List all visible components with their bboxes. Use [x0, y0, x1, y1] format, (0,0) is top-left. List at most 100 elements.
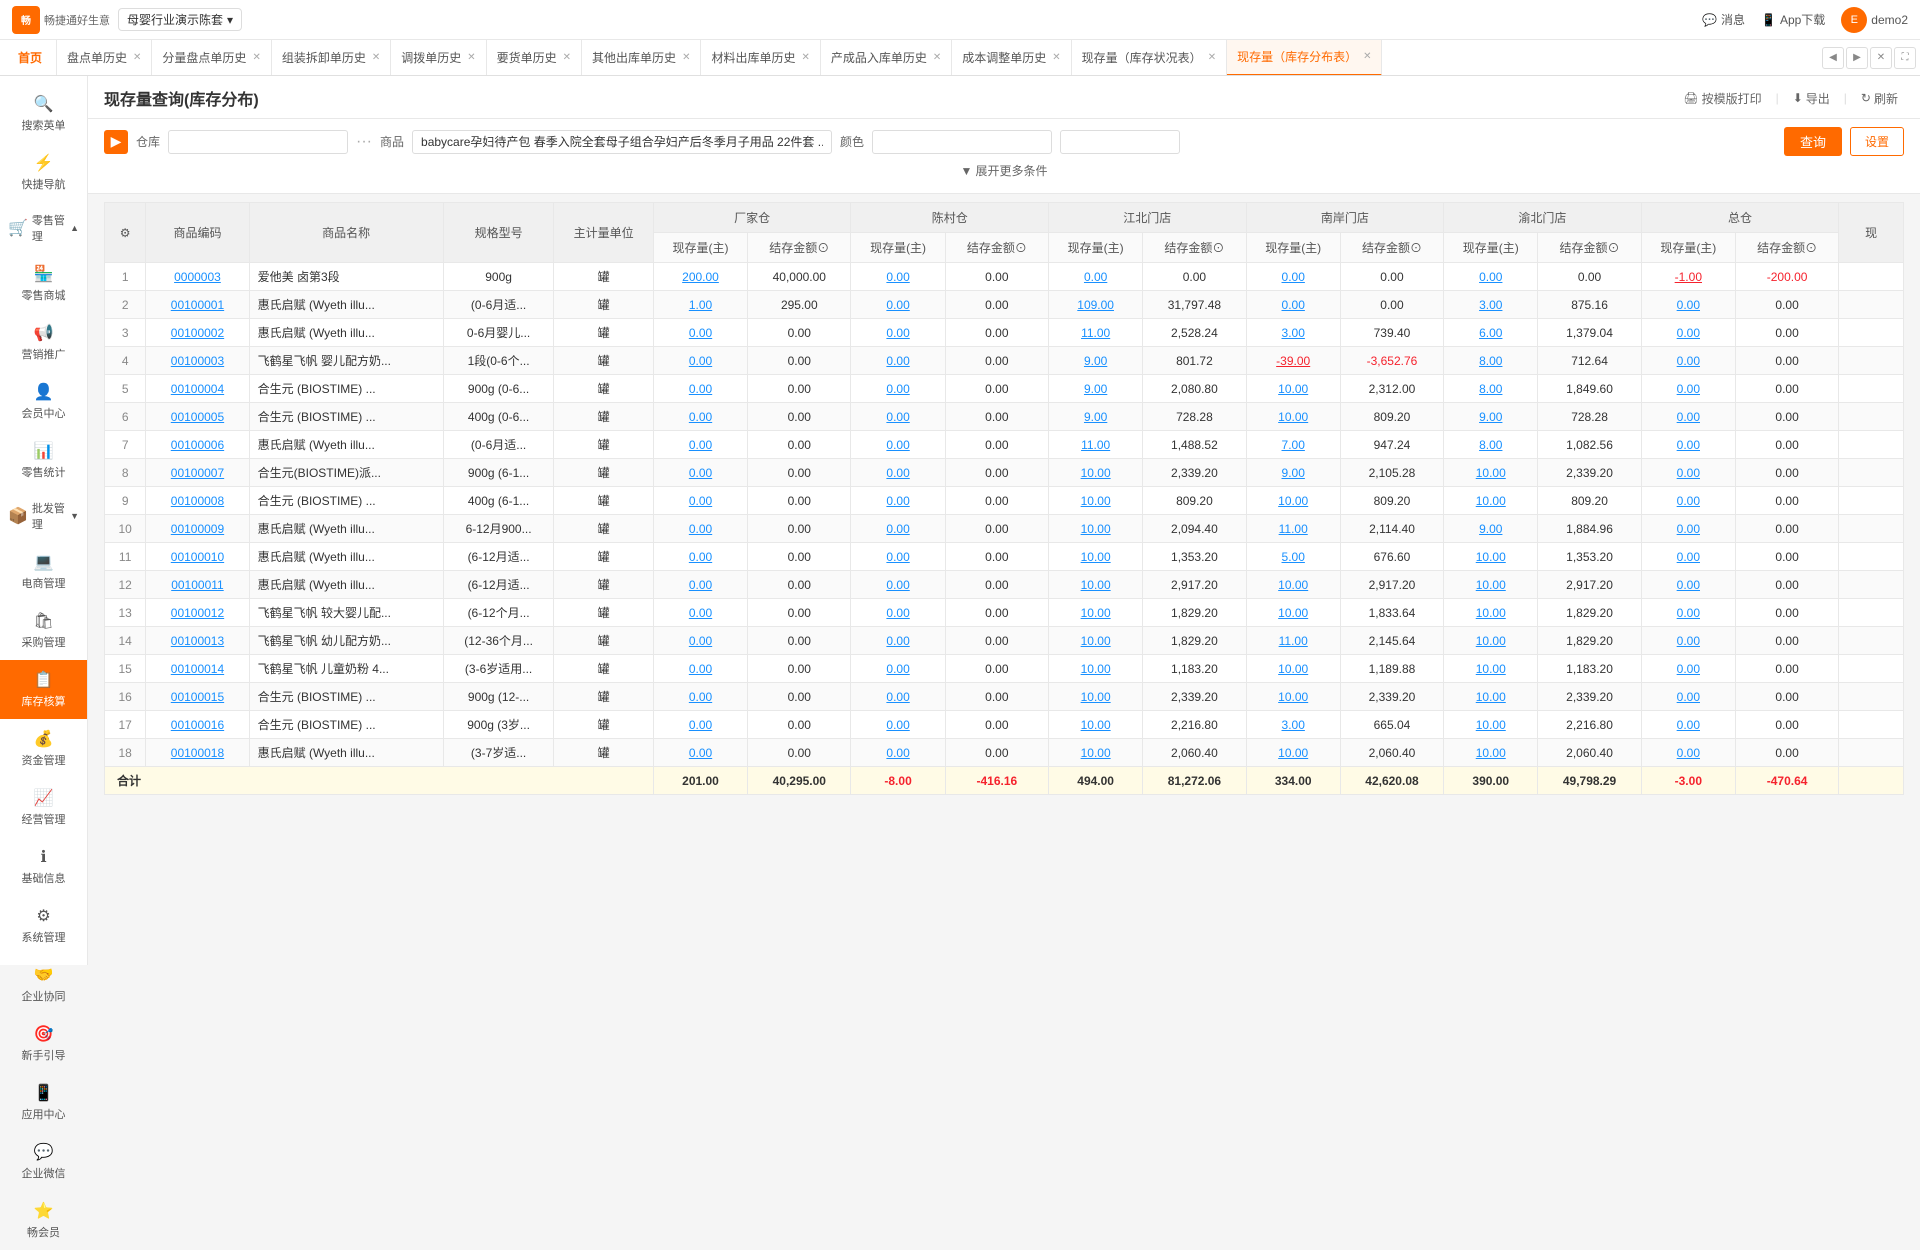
refresh-btn[interactable]: ↻ 刷新: [1855, 88, 1904, 109]
table-cell[interactable]: 0.00: [851, 487, 945, 515]
table-cell[interactable]: 0.00: [851, 515, 945, 543]
table-cell[interactable]: 0.00: [1641, 711, 1735, 739]
table-cell[interactable]: 0000003: [146, 263, 249, 291]
table-cell[interactable]: 9.00: [1049, 347, 1143, 375]
table-cell[interactable]: 10.00: [1049, 655, 1143, 683]
user-profile[interactable]: E demo2: [1841, 7, 1908, 33]
table-cell[interactable]: 0.00: [1641, 739, 1735, 767]
table-cell[interactable]: 10.00: [1246, 599, 1340, 627]
table-cell[interactable]: 0.00: [653, 627, 747, 655]
table-cell[interactable]: 10.00: [1049, 599, 1143, 627]
tab-split-inventory[interactable]: 分量盘点单历史 ✕: [152, 40, 271, 76]
table-cell[interactable]: 10.00: [1049, 571, 1143, 599]
table-cell[interactable]: 00100018: [146, 739, 249, 767]
table-cell[interactable]: 00100001: [146, 291, 249, 319]
table-cell[interactable]: 0.00: [653, 655, 747, 683]
table-cell[interactable]: 10.00: [1444, 599, 1538, 627]
table-cell[interactable]: 0.00: [653, 459, 747, 487]
sidebar-item-inventory[interactable]: 📋 库存核算: [0, 660, 87, 719]
tab-assemble[interactable]: 组装拆卸单历史 ✕: [272, 40, 391, 76]
table-cell[interactable]: 0.00: [851, 683, 945, 711]
app-download-btn[interactable]: 📱 App下载: [1761, 11, 1825, 28]
close-tab-icon[interactable]: ✕: [1208, 52, 1216, 63]
table-cell[interactable]: 10.00: [1246, 375, 1340, 403]
table-cell[interactable]: 3.00: [1246, 711, 1340, 739]
table-cell[interactable]: 00100012: [146, 599, 249, 627]
tab-transfer[interactable]: 调拨单历史 ✕: [391, 40, 486, 76]
sidebar-item-nav[interactable]: ⚡ 快捷导航: [0, 143, 87, 202]
table-cell[interactable]: 10.00: [1444, 683, 1538, 711]
table-cell[interactable]: 0.00: [1641, 655, 1735, 683]
table-cell[interactable]: 10.00: [1444, 711, 1538, 739]
table-cell[interactable]: 00100010: [146, 543, 249, 571]
export-btn[interactable]: ⬇ 导出: [1787, 88, 1836, 109]
close-tab-icon[interactable]: ✕: [467, 52, 475, 63]
color-value-input[interactable]: [1060, 130, 1180, 154]
table-cell[interactable]: 0.00: [1641, 571, 1735, 599]
sidebar-item-wechat[interactable]: 💬 企业微信: [0, 1132, 87, 1191]
table-cell[interactable]: 10.00: [1049, 459, 1143, 487]
table-cell[interactable]: 00100009: [146, 515, 249, 543]
table-area[interactable]: ⚙ 商品编码 商品名称 规格型号 主计量单位 厂家仓 陈村仓 江北门店 南岸门店…: [88, 194, 1920, 965]
table-cell[interactable]: 0.00: [653, 711, 747, 739]
table-cell[interactable]: 10.00: [1444, 739, 1538, 767]
table-cell[interactable]: 0.00: [653, 319, 747, 347]
table-cell[interactable]: 11.00: [1246, 627, 1340, 655]
table-cell[interactable]: 0.00: [851, 347, 945, 375]
table-cell[interactable]: 3.00: [1444, 291, 1538, 319]
table-cell[interactable]: 0.00: [851, 655, 945, 683]
sidebar-item-collab[interactable]: 🤝 企业协同: [0, 955, 87, 1014]
tab-stock-dist[interactable]: 现存量（库存分布表） ✕: [1227, 40, 1382, 76]
table-cell[interactable]: 10.00: [1246, 571, 1340, 599]
nav-next-btn[interactable]: ▶: [1846, 47, 1868, 69]
table-cell[interactable]: 0.00: [851, 739, 945, 767]
product-input[interactable]: [412, 130, 832, 154]
table-cell[interactable]: 0.00: [1641, 515, 1735, 543]
table-cell[interactable]: 0.00: [653, 571, 747, 599]
table-cell[interactable]: 0.00: [851, 627, 945, 655]
collapse-filter-btn[interactable]: ▶: [104, 130, 128, 154]
table-cell[interactable]: 11.00: [1049, 431, 1143, 459]
table-cell[interactable]: 10.00: [1049, 543, 1143, 571]
table-cell[interactable]: 0.00: [851, 431, 945, 459]
table-cell[interactable]: 10.00: [1444, 543, 1538, 571]
tab-inventory-check[interactable]: 盘点单历史 ✕: [57, 40, 152, 76]
sidebar-item-search[interactable]: 🔍 搜索英单: [0, 84, 87, 143]
table-cell[interactable]: 0.00: [1641, 543, 1735, 571]
table-cell[interactable]: 0.00: [1444, 263, 1538, 291]
sidebar-item-vip[interactable]: ⭐ 畅会员: [0, 1191, 87, 1250]
table-cell[interactable]: 0.00: [1641, 627, 1735, 655]
table-cell[interactable]: 10.00: [1246, 655, 1340, 683]
table-cell[interactable]: 0.00: [653, 403, 747, 431]
table-cell[interactable]: 0.00: [851, 403, 945, 431]
tab-product-in[interactable]: 产成品入库单历史 ✕: [821, 40, 952, 76]
tab-stock-status[interactable]: 现存量（库存状况表） ✕: [1072, 40, 1227, 76]
table-cell[interactable]: 10.00: [1246, 403, 1340, 431]
close-tab-icon[interactable]: ✕: [1052, 52, 1060, 63]
table-cell[interactable]: 0.00: [653, 739, 747, 767]
table-cell[interactable]: 0.00: [1641, 431, 1735, 459]
table-cell[interactable]: 10.00: [1049, 683, 1143, 711]
table-cell[interactable]: 0.00: [653, 347, 747, 375]
close-tab-icon[interactable]: ✕: [933, 52, 941, 63]
table-cell[interactable]: 9.00: [1049, 403, 1143, 431]
table-cell[interactable]: 200.00: [653, 263, 747, 291]
tab-order[interactable]: 要货单历史 ✕: [487, 40, 582, 76]
table-cell[interactable]: 00100004: [146, 375, 249, 403]
sidebar-item-marketing[interactable]: 📢 营销推广: [0, 313, 87, 372]
tab-other-out[interactable]: 其他出库单历史 ✕: [582, 40, 701, 76]
table-cell[interactable]: 109.00: [1049, 291, 1143, 319]
table-cell[interactable]: 10.00: [1246, 487, 1340, 515]
table-cell[interactable]: 0.00: [851, 375, 945, 403]
sidebar-item-ecommerce[interactable]: 💻 电商管理: [0, 542, 87, 601]
table-cell[interactable]: 0.00: [653, 375, 747, 403]
warehouse-more-btn[interactable]: ···: [356, 133, 372, 151]
table-cell[interactable]: 10.00: [1049, 739, 1143, 767]
warehouse-input[interactable]: [168, 130, 348, 154]
close-tab-icon[interactable]: ✕: [252, 52, 260, 63]
table-cell[interactable]: 9.00: [1444, 515, 1538, 543]
table-cell[interactable]: 0.00: [851, 263, 945, 291]
table-cell[interactable]: 0.00: [851, 291, 945, 319]
table-cell[interactable]: 10.00: [1049, 627, 1143, 655]
table-cell[interactable]: 10.00: [1246, 683, 1340, 711]
